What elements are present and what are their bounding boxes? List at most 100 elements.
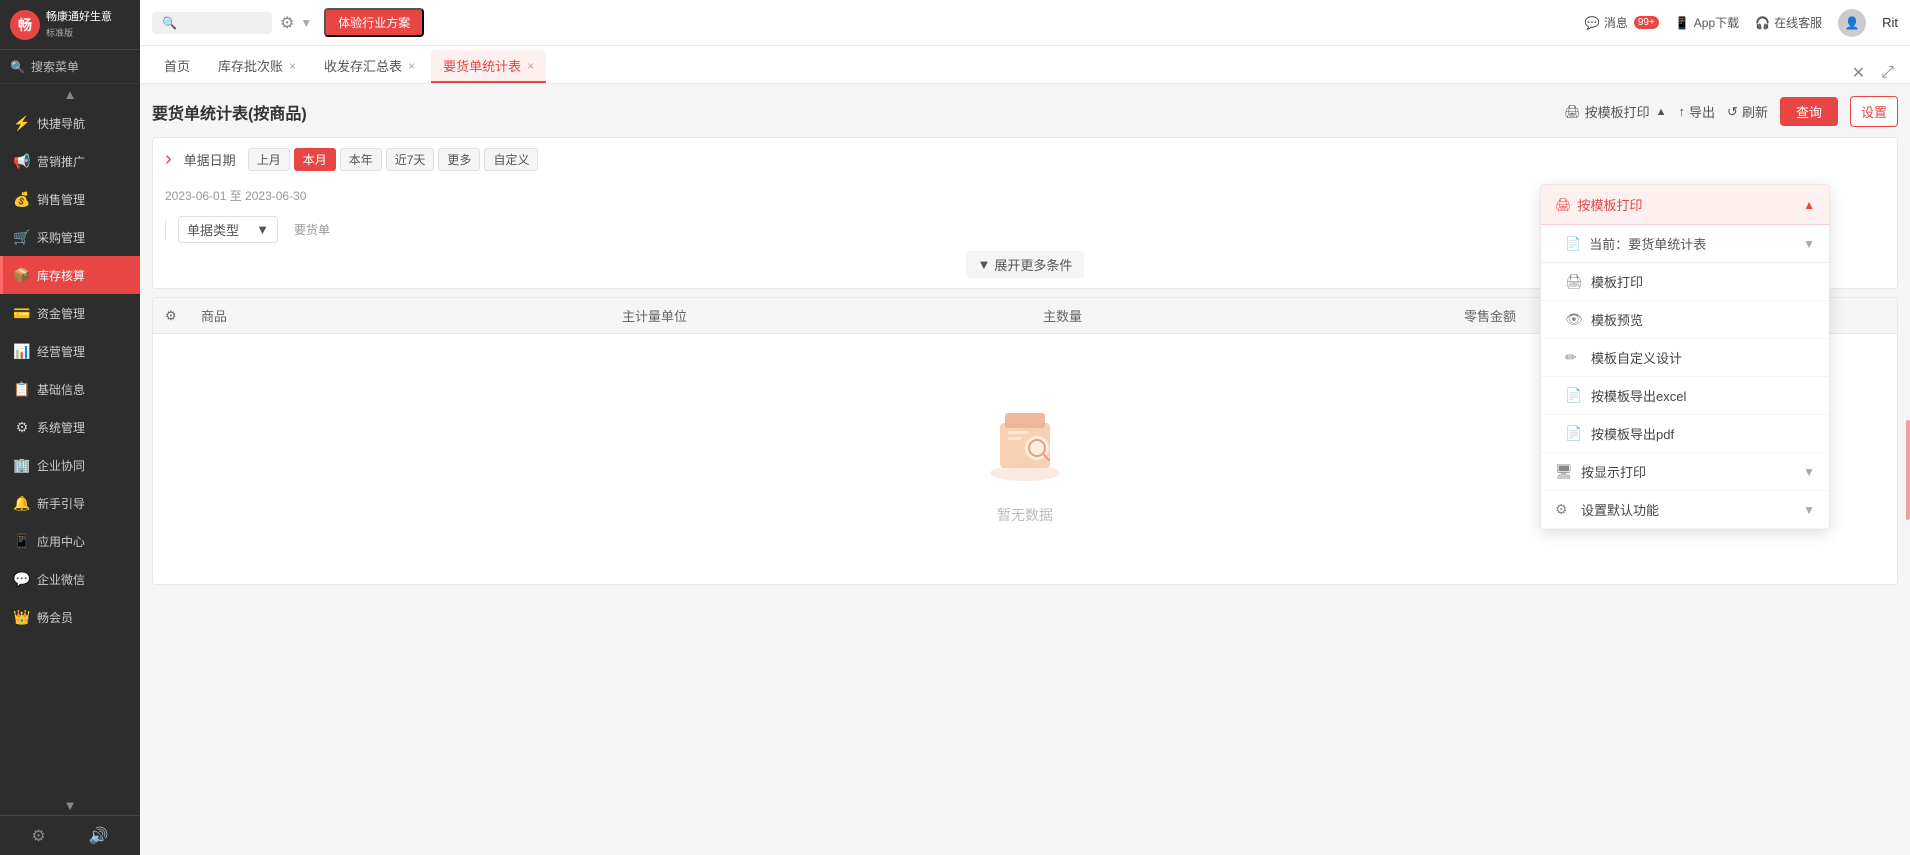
empty-illustration [975, 393, 1075, 493]
sidebar-scroll-up[interactable]: ▲ [0, 84, 140, 104]
sidebar-item-purchase[interactable]: 🛒 采购管理 [0, 218, 140, 256]
sidebar-item-label: 应用中心 [37, 533, 85, 550]
tab-home[interactable]: 首页 [152, 50, 202, 83]
tab-order-stats-close[interactable]: × [527, 59, 534, 73]
scroll-indicator[interactable] [1906, 420, 1910, 520]
footer-audio-icon[interactable]: 🔊 [89, 826, 109, 846]
settings-gear-icon[interactable]: ⚙ [280, 13, 294, 33]
newbie-icon: 🔔 [13, 494, 31, 512]
search-icon: 🔍 [10, 60, 25, 74]
sidebar-search[interactable]: 🔍 搜索菜单 [0, 50, 140, 84]
template-design-icon: ✏ [1565, 349, 1583, 366]
dropdown-display-print[interactable]: 🖥 按显示打印 ▼ [1541, 453, 1829, 491]
refresh-btn[interactable]: ↺ 刷新 [1727, 102, 1768, 121]
sidebar-item-quick-nav[interactable]: ⚡ 快捷导航 [0, 104, 140, 142]
tab-batch-account-label: 库存批次账 [218, 56, 283, 75]
table-col-unit: 主计量单位 [622, 306, 1043, 325]
dropdown-template-design[interactable]: ✏ 模板自定义设计 [1541, 339, 1829, 377]
filter-current-year[interactable]: 本年 [340, 148, 382, 171]
tab-batch-account[interactable]: 库存批次账 × [206, 50, 308, 83]
sidebar-item-label: 营销推广 [37, 153, 85, 170]
filter-custom[interactable]: 自定义 [484, 148, 538, 171]
current-template-icon: 📄 [1565, 236, 1581, 252]
trial-btn[interactable]: 体验行业方案 [324, 8, 424, 37]
doc-type-label: 单据类型 [187, 220, 239, 239]
sidebar-item-newbie[interactable]: 🔔 新手引导 [0, 484, 140, 522]
sidebar-item-system[interactable]: ⚙ 系统管理 [0, 408, 140, 446]
filter-collapse-icon[interactable]: › [165, 148, 172, 171]
template-preview-label: 模板预览 [1591, 310, 1643, 329]
doc-type-dropdown-icon: ▼ [256, 222, 269, 237]
sidebar-item-appstore[interactable]: 📱 应用中心 [0, 522, 140, 560]
export-btn[interactable]: ↑ 导出 [1679, 102, 1716, 121]
order-category-label: 要货单 [294, 221, 330, 238]
table-col-settings[interactable]: ⚙ [165, 308, 201, 324]
filter-last-7-days[interactable]: 近7天 [386, 148, 435, 171]
empty-text: 暂无数据 [997, 505, 1053, 525]
tab-maximize-btn[interactable]: ⤢ [1877, 64, 1898, 82]
export-pdf-icon: 📄 [1565, 425, 1583, 442]
dropdown-title: 按模板打印 [1578, 195, 1643, 214]
doc-type-select[interactable]: 单据类型 ▼ [178, 216, 278, 243]
topbar-dropdown-icon[interactable]: ▼ [300, 16, 312, 30]
app-logo-icon: 畅 [10, 10, 40, 40]
message-badge: 99+ [1634, 16, 1659, 29]
settings-btn[interactable]: 设置 [1850, 96, 1898, 127]
sidebar-footer: ⚙ 🔊 [0, 815, 140, 855]
sidebar-item-label: 系统管理 [37, 419, 85, 436]
dropdown-template-preview[interactable]: 👁 模板预览 [1541, 301, 1829, 339]
filter-current-month[interactable]: 本月 [294, 148, 336, 171]
sales-icon: 💰 [13, 190, 31, 208]
sidebar-item-operation[interactable]: 📊 经营管理 [0, 332, 140, 370]
sidebar-item-sales[interactable]: 💰 销售管理 [0, 180, 140, 218]
topbar-search[interactable]: 🔍 [152, 12, 272, 34]
tab-collect-summary-close[interactable]: × [408, 59, 415, 73]
dropdown-template-print[interactable]: 🖨 模板打印 [1541, 263, 1829, 301]
tab-order-stats[interactable]: 要货单统计表 × [431, 50, 546, 83]
sidebar-item-inventory[interactable]: 📦 库存核算 [0, 256, 140, 294]
message-btn[interactable]: 💬 消息 99+ [1585, 14, 1659, 31]
sidebar-item-marketing[interactable]: 📢 营销推广 [0, 142, 140, 180]
template-print-icon: 🖨 [1565, 273, 1583, 290]
filter-divider [165, 220, 166, 240]
app-download-btn[interactable]: 📱 App下载 [1675, 14, 1739, 31]
wechat-icon: 💬 [13, 570, 31, 588]
sidebar-item-label: 经营管理 [37, 343, 85, 360]
tab-collect-summary[interactable]: 收发存汇总表 × [312, 50, 427, 83]
tab-controls: ✕ ⤢ [1848, 63, 1898, 83]
export-pdf-label: 按模板导出pdf [1591, 424, 1674, 443]
tab-batch-account-close[interactable]: × [289, 59, 296, 73]
customer-service-btn[interactable]: 🎧 在线客服 [1755, 14, 1822, 31]
sidebar-item-member[interactable]: 👑 畅会员 [0, 598, 140, 636]
sidebar-scroll-down[interactable]: ▼ [0, 795, 140, 815]
user-avatar[interactable]: 👤 [1838, 9, 1866, 37]
sidebar-item-enterprise[interactable]: 🏢 企业协同 [0, 446, 140, 484]
sidebar-item-basic[interactable]: 📋 基础信息 [0, 370, 140, 408]
app-logo-sub: 标准版 [46, 26, 112, 39]
username-label: Rit [1882, 15, 1898, 30]
filter-prev-month[interactable]: 上月 [248, 148, 290, 171]
tab-home-label: 首页 [164, 56, 190, 75]
sidebar-search-label: 搜索菜单 [31, 58, 79, 75]
print-dropdown-icon[interactable]: ▲ [1656, 106, 1667, 118]
dropdown-collapse-icon[interactable]: ▲ [1803, 198, 1815, 212]
dropdown-header-left: 🖨 按模板打印 [1555, 195, 1643, 214]
sidebar-item-finance[interactable]: 💳 资金管理 [0, 294, 140, 332]
sidebar-item-wechat[interactable]: 💬 企业微信 [0, 560, 140, 598]
sidebar-item-label: 采购管理 [37, 229, 85, 246]
expand-more-btn[interactable]: ▼ 展开更多条件 [966, 251, 1085, 278]
dropdown-default-function[interactable]: ⚙ 设置默认功能 ▼ [1541, 491, 1829, 529]
tab-close-btn[interactable]: ✕ [1848, 63, 1869, 83]
print-dropdown-panel: 🖨 按模板打印 ▲ 📄 当前：要货单统计表 ▼ 🖨 模板打印 👁 模板预览 ✏ [1540, 184, 1830, 530]
tabbar: 首页 库存批次账 × 收发存汇总表 × 要货单统计表 × ✕ ⤢ [140, 46, 1910, 84]
avatar-placeholder: 👤 [1845, 16, 1860, 30]
app-logo-title: 畅康通好生意 [46, 10, 112, 25]
footer-settings-icon[interactable]: ⚙ [31, 826, 45, 846]
query-btn[interactable]: 查询 [1780, 97, 1838, 126]
filter-more[interactable]: 更多 [438, 148, 480, 171]
dropdown-export-excel[interactable]: 📄 按模板导出excel [1541, 377, 1829, 415]
current-template-label: 当前：要货单统计表 [1589, 234, 1706, 253]
dropdown-export-pdf[interactable]: 📄 按模板导出pdf [1541, 415, 1829, 453]
message-icon: 💬 [1585, 16, 1600, 30]
print-btn[interactable]: 🖨 按模板打印 ▲ [1564, 102, 1666, 121]
